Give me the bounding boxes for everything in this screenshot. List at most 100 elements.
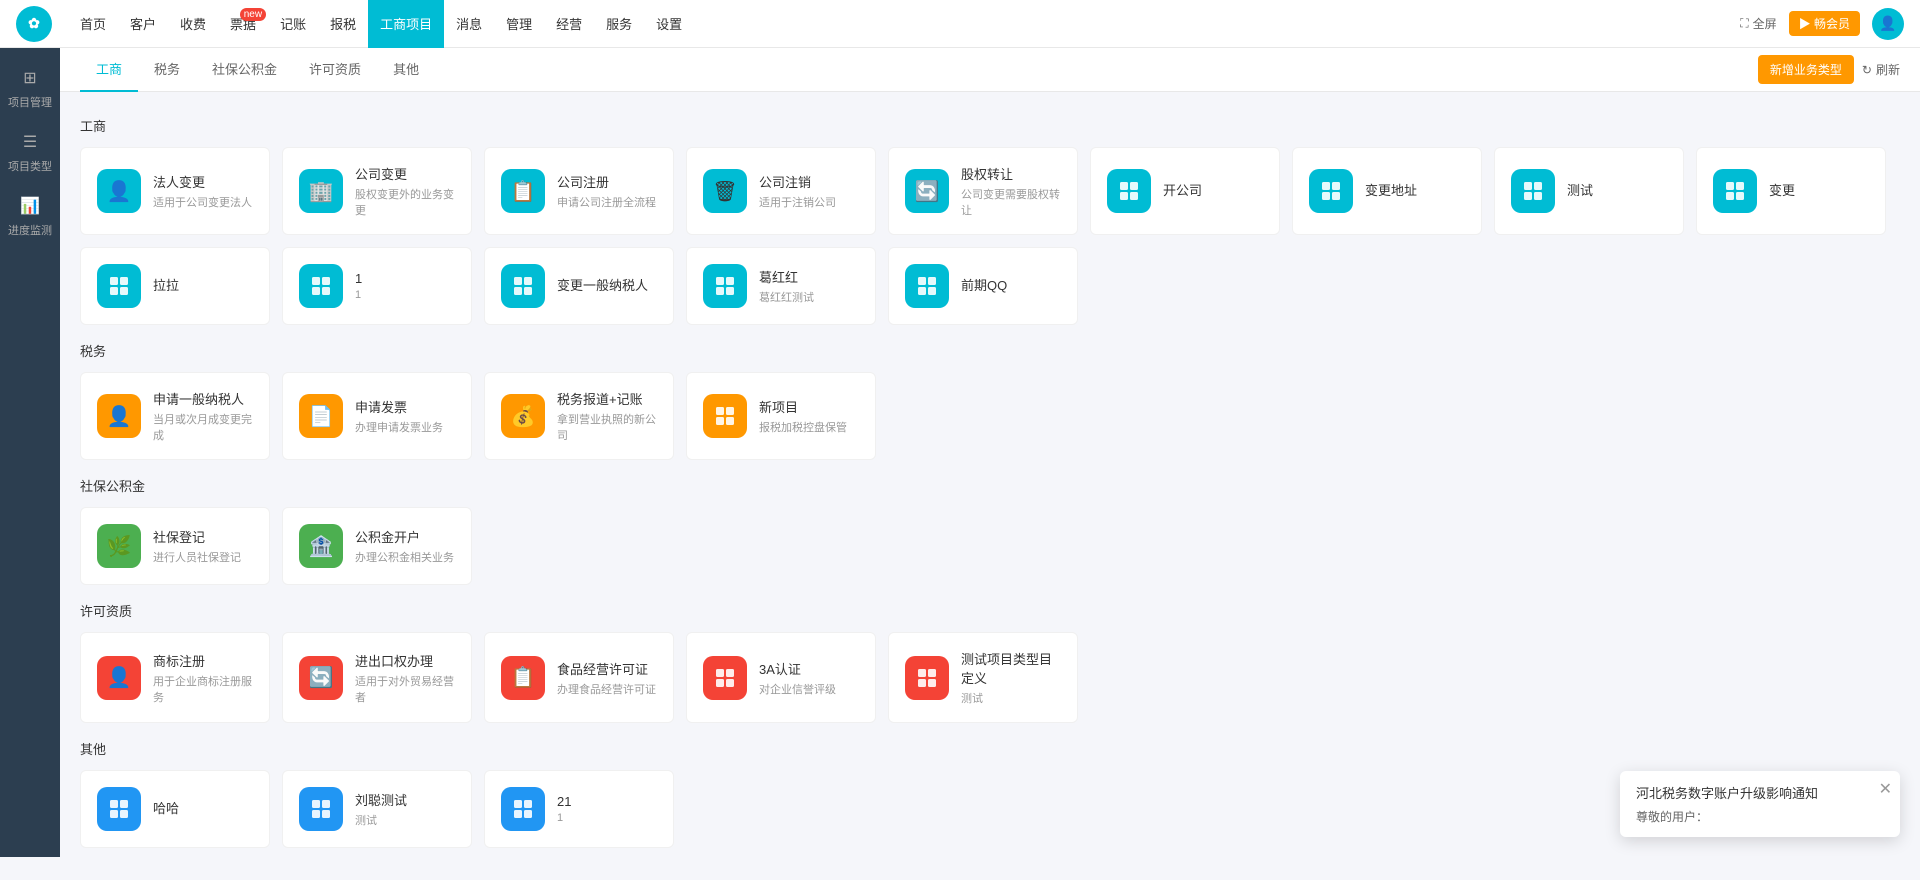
- cards-grid-xuke: 👤商标注册用于企业商标注册服务🔄进出口权办理适用于对外贸易经营者📋食品经营许可证…: [80, 632, 1900, 723]
- card-text: 新项目报税加税控盘保管: [759, 397, 847, 435]
- card-text: 3A认证对企业信誉评级: [759, 659, 836, 697]
- card-icon: 🔄: [299, 656, 343, 700]
- sub-nav-tab-社保公积金[interactable]: 社保公积金: [196, 48, 293, 92]
- sub-nav-tabs: 工商税务社保公积金许可资质其他: [80, 48, 1758, 92]
- card-desc: 办理申请发票业务: [355, 419, 443, 435]
- avatar[interactable]: 👤: [1872, 8, 1904, 40]
- card-测试[interactable]: 测试: [1494, 147, 1684, 235]
- card-name: 公积金开户: [355, 527, 454, 546]
- refresh-button[interactable]: ↻ 刷新: [1862, 61, 1900, 78]
- card-name: 拉拉: [153, 275, 179, 294]
- nav-item-服务[interactable]: 服务: [594, 0, 644, 48]
- card-text: 公司变更股权变更外的业务变更: [355, 164, 455, 218]
- new-business-type-button[interactable]: 新增业务类型: [1758, 55, 1854, 84]
- card-desc: 测试: [355, 812, 407, 828]
- card-1[interactable]: 11: [282, 247, 472, 325]
- card-name: 税务报道+记账: [557, 389, 657, 408]
- nav-item-设置[interactable]: 设置: [644, 0, 694, 48]
- card-icon: 👤: [97, 656, 141, 700]
- card-text: 测试: [1567, 180, 1593, 202]
- card-name: 21: [557, 794, 571, 809]
- member-button[interactable]: ▶ 畅会员: [1789, 11, 1860, 36]
- cards-grid-gongshang: 👤法人变更适用于公司变更法人🏢公司变更股权变更外的业务变更📋公司注册申请公司注册…: [80, 147, 1900, 325]
- card-申请一般纳税人[interactable]: 👤申请一般纳税人当月或次月成变更完成: [80, 372, 270, 460]
- card-公司变更[interactable]: 🏢公司变更股权变更外的业务变更: [282, 147, 472, 235]
- card-name: 公司变更: [355, 164, 455, 183]
- card-社保登记[interactable]: 🌿社保登记进行人员社保登记: [80, 507, 270, 585]
- nav-item-票据[interactable]: 票据new: [218, 0, 268, 48]
- card-name: 进出口权办理: [355, 651, 455, 670]
- card-text: 刘聪测试测试: [355, 790, 407, 828]
- card-税务报道+记账[interactable]: 💰税务报道+记账拿到营业执照的新公司: [484, 372, 674, 460]
- sub-nav-actions: 新增业务类型 ↻ 刷新: [1758, 55, 1900, 84]
- sub-nav-tab-税务[interactable]: 税务: [138, 48, 196, 92]
- sidebar-item-项目管理[interactable]: ⊞项目管理: [0, 56, 60, 120]
- card-变更地址[interactable]: 变更地址: [1292, 147, 1482, 235]
- card-desc: 拿到营业执照的新公司: [557, 411, 657, 443]
- card-name: 开公司: [1163, 180, 1202, 199]
- card-公司注册[interactable]: 📋公司注册申请公司注册全流程: [484, 147, 674, 235]
- card-21[interactable]: 211: [484, 770, 674, 848]
- card-desc: 股权变更外的业务变更: [355, 186, 455, 218]
- card-商标注册[interactable]: 👤商标注册用于企业商标注册服务: [80, 632, 270, 723]
- card-text: 拉拉: [153, 275, 179, 297]
- card-公司注销[interactable]: 🗑公司注销适用于注销公司: [686, 147, 876, 235]
- card-name: 食品经营许可证: [557, 659, 656, 678]
- card-text: 股权转让公司变更需要股权转让: [961, 164, 1061, 218]
- card-text: 变更地址: [1365, 180, 1417, 202]
- card-测试项目类型目定义[interactable]: 测试项目类型目定义测试: [888, 632, 1078, 723]
- card-刘聪测试[interactable]: 刘聪测试测试: [282, 770, 472, 848]
- card-开公司[interactable]: 开公司: [1090, 147, 1280, 235]
- card-法人变更[interactable]: 👤法人变更适用于公司变更法人: [80, 147, 270, 235]
- card-icon: [905, 264, 949, 308]
- member-icon: ▶: [1799, 17, 1811, 31]
- sub-nav-tab-其他[interactable]: 其他: [377, 48, 435, 92]
- card-食品经营许可证[interactable]: 📋食品经营许可证办理食品经营许可证: [484, 632, 674, 723]
- fullscreen-button[interactable]: ⛶ 全屏: [1740, 15, 1776, 32]
- card-申请发票[interactable]: 📄申请发票办理申请发票业务: [282, 372, 472, 460]
- nav-item-经营[interactable]: 经营: [544, 0, 594, 48]
- sidebar-icon: ☰: [18, 130, 42, 154]
- sub-nav-tab-许可资质[interactable]: 许可资质: [293, 48, 377, 92]
- content-area: 工商👤法人变更适用于公司变更法人🏢公司变更股权变更外的业务变更📋公司注册申请公司…: [60, 92, 1920, 880]
- card-进出口权办理[interactable]: 🔄进出口权办理适用于对外贸易经营者: [282, 632, 472, 723]
- nav-item-管理[interactable]: 管理: [494, 0, 544, 48]
- card-前期QQ[interactable]: 前期QQ: [888, 247, 1078, 325]
- notification-close-button[interactable]: ✕: [1879, 779, 1892, 799]
- card-公积金开户[interactable]: 🏦公积金开户办理公积金相关业务: [282, 507, 472, 585]
- nav-item-记账[interactable]: 记账: [268, 0, 318, 48]
- card-3A认证[interactable]: 3A认证对企业信誉评级: [686, 632, 876, 723]
- nav-item-报税[interactable]: 报税: [318, 0, 368, 48]
- card-icon: 📋: [501, 656, 545, 700]
- fullscreen-icon: ⛶: [1740, 16, 1748, 31]
- card-股权转让[interactable]: 🔄股权转让公司变更需要股权转让: [888, 147, 1078, 235]
- card-desc: 申请公司注册全流程: [557, 194, 656, 210]
- nav-item-客户[interactable]: 客户: [118, 0, 168, 48]
- card-变更一般纳税人[interactable]: 变更一般纳税人: [484, 247, 674, 325]
- card-icon: [97, 264, 141, 308]
- card-name: 测试项目类型目定义: [961, 649, 1061, 687]
- card-icon: [299, 787, 343, 831]
- refresh-icon: ↻: [1862, 63, 1872, 77]
- section-title-shuiwu: 税务: [80, 341, 1900, 360]
- card-name: 新项目: [759, 397, 847, 416]
- card-icon: [1511, 169, 1555, 213]
- card-desc: 报税加税控盘保管: [759, 419, 847, 435]
- sub-nav-tab-工商[interactable]: 工商: [80, 48, 138, 92]
- nav-item-收费[interactable]: 收费: [168, 0, 218, 48]
- card-icon: [703, 656, 747, 700]
- card-葛红红[interactable]: 葛红红葛红红测试: [686, 247, 876, 325]
- card-name: 法人变更: [153, 172, 252, 191]
- sidebar-item-进度监测[interactable]: 📊进度监测: [0, 184, 60, 248]
- card-哈哈[interactable]: 哈哈: [80, 770, 270, 848]
- sidebar-item-项目类型[interactable]: ☰项目类型: [0, 120, 60, 184]
- nav-item-工商项目[interactable]: 工商项目: [368, 0, 444, 48]
- sidebar-icon: ⊞: [18, 66, 42, 90]
- nav-item-消息[interactable]: 消息: [444, 0, 494, 48]
- card-拉拉[interactable]: 拉拉: [80, 247, 270, 325]
- card-name: 申请一般纳税人: [153, 389, 253, 408]
- card-变更[interactable]: 变更: [1696, 147, 1886, 235]
- nav-item-首页[interactable]: 首页: [68, 0, 118, 48]
- card-新项目[interactable]: 新项目报税加税控盘保管: [686, 372, 876, 460]
- nav-right-section: ⛶ 全屏 ▶ 畅会员 👤: [1740, 8, 1904, 40]
